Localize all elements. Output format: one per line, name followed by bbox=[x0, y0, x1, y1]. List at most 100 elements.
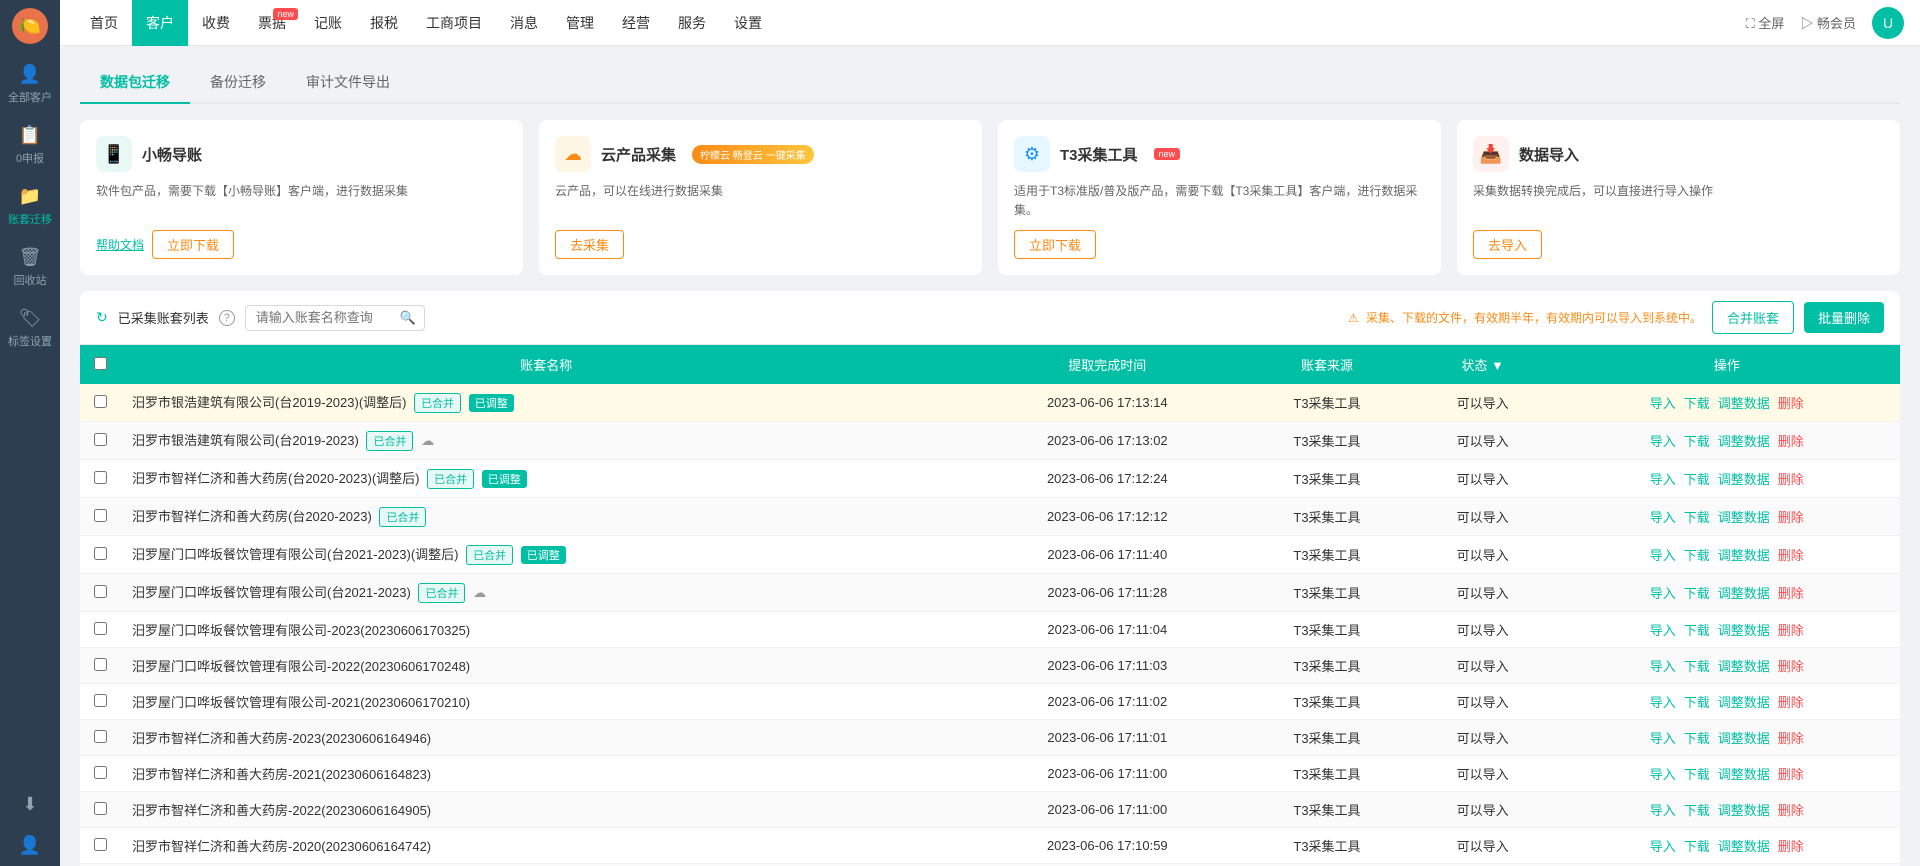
tab-backup-migrate[interactable]: 备份迁移 bbox=[190, 62, 286, 104]
action-导入[interactable]: 导入 bbox=[1650, 659, 1676, 674]
action-删除[interactable]: 删除 bbox=[1778, 623, 1804, 638]
action-调整数据[interactable]: 调整数据 bbox=[1718, 731, 1770, 746]
row-checkbox[interactable] bbox=[94, 433, 107, 446]
refresh-icon[interactable]: ↻ bbox=[96, 309, 108, 326]
row-checkbox[interactable] bbox=[94, 471, 107, 484]
nav-service[interactable]: 服务 bbox=[664, 0, 720, 46]
row-checkbox[interactable] bbox=[94, 802, 107, 815]
action-调整数据[interactable]: 调整数据 bbox=[1718, 396, 1770, 411]
download-btn-2[interactable]: 立即下载 bbox=[1014, 230, 1096, 259]
collect-btn[interactable]: 去采集 bbox=[555, 230, 624, 259]
sidebar-item-all-clients[interactable]: 👤 全部客户 bbox=[0, 54, 60, 115]
fullscreen-btn[interactable]: ⛶ 全屏 bbox=[1746, 13, 1785, 32]
action-下载[interactable]: 下载 bbox=[1684, 434, 1710, 449]
action-导入[interactable]: 导入 bbox=[1650, 767, 1676, 782]
sidebar-item-user-profile[interactable]: 👤 bbox=[19, 825, 41, 866]
action-下载[interactable]: 下载 bbox=[1684, 510, 1710, 525]
nav-tax[interactable]: 报税 bbox=[356, 0, 412, 46]
sidebar-item-trash[interactable]: 🗑 回收站 bbox=[0, 237, 60, 298]
action-调整数据[interactable]: 调整数据 bbox=[1718, 623, 1770, 638]
action-删除[interactable]: 删除 bbox=[1778, 731, 1804, 746]
nav-settings[interactable]: 设置 bbox=[720, 0, 776, 46]
action-调整数据[interactable]: 调整数据 bbox=[1718, 695, 1770, 710]
select-all-checkbox[interactable] bbox=[94, 357, 107, 370]
row-checkbox[interactable] bbox=[94, 622, 107, 635]
action-调整数据[interactable]: 调整数据 bbox=[1718, 803, 1770, 818]
row-checkbox[interactable] bbox=[94, 395, 107, 408]
action-调整数据[interactable]: 调整数据 bbox=[1718, 839, 1770, 854]
action-删除[interactable]: 删除 bbox=[1778, 695, 1804, 710]
action-下载[interactable]: 下载 bbox=[1684, 803, 1710, 818]
action-下载[interactable]: 下载 bbox=[1684, 659, 1710, 674]
action-删除[interactable]: 删除 bbox=[1778, 659, 1804, 674]
action-删除[interactable]: 删除 bbox=[1778, 803, 1804, 818]
action-导入[interactable]: 导入 bbox=[1650, 396, 1676, 411]
action-删除[interactable]: 删除 bbox=[1778, 767, 1804, 782]
nav-business[interactable]: 工商项目 bbox=[412, 0, 496, 46]
avatar[interactable]: U bbox=[1872, 7, 1904, 39]
download-btn-1[interactable]: 立即下载 bbox=[152, 230, 234, 259]
nav-message[interactable]: 消息 bbox=[496, 0, 552, 46]
sidebar-item-download[interactable]: ⬇ bbox=[19, 784, 41, 825]
action-调整数据[interactable]: 调整数据 bbox=[1718, 510, 1770, 525]
action-调整数据[interactable]: 调整数据 bbox=[1718, 659, 1770, 674]
nav-bookkeeping[interactable]: 记账 bbox=[300, 0, 356, 46]
help-doc-link[interactable]: 帮助文档 bbox=[96, 236, 144, 253]
vip-btn[interactable]: ▷ 畅会员 bbox=[1800, 13, 1856, 32]
action-导入[interactable]: 导入 bbox=[1650, 731, 1676, 746]
action-删除[interactable]: 删除 bbox=[1778, 472, 1804, 487]
search-icon[interactable]: 🔍 bbox=[400, 310, 416, 326]
action-调整数据[interactable]: 调整数据 bbox=[1718, 767, 1770, 782]
action-调整数据[interactable]: 调整数据 bbox=[1718, 548, 1770, 563]
row-checkbox[interactable] bbox=[94, 838, 107, 851]
nav-home[interactable]: 首页 bbox=[76, 0, 132, 46]
nav-management[interactable]: 管理 bbox=[552, 0, 608, 46]
action-调整数据[interactable]: 调整数据 bbox=[1718, 586, 1770, 601]
action-调整数据[interactable]: 调整数据 bbox=[1718, 472, 1770, 487]
action-下载[interactable]: 下载 bbox=[1684, 396, 1710, 411]
action-导入[interactable]: 导入 bbox=[1650, 839, 1676, 854]
row-checkbox[interactable] bbox=[94, 509, 107, 522]
action-导入[interactable]: 导入 bbox=[1650, 623, 1676, 638]
search-input[interactable] bbox=[256, 310, 396, 325]
row-checkbox[interactable] bbox=[94, 547, 107, 560]
batch-delete-btn[interactable]: 批量删除 bbox=[1804, 302, 1884, 333]
tab-audit-export[interactable]: 审计文件导出 bbox=[286, 62, 410, 104]
action-调整数据[interactable]: 调整数据 bbox=[1718, 434, 1770, 449]
action-删除[interactable]: 删除 bbox=[1778, 510, 1804, 525]
action-导入[interactable]: 导入 bbox=[1650, 586, 1676, 601]
action-下载[interactable]: 下载 bbox=[1684, 839, 1710, 854]
nav-operation[interactable]: 经营 bbox=[608, 0, 664, 46]
action-导入[interactable]: 导入 bbox=[1650, 695, 1676, 710]
tab-data-migrate[interactable]: 数据包迁移 bbox=[80, 62, 190, 104]
row-checkbox[interactable] bbox=[94, 658, 107, 671]
action-下载[interactable]: 下载 bbox=[1684, 586, 1710, 601]
sidebar-item-account-migrate[interactable]: 📁 账套迁移 bbox=[0, 176, 60, 237]
action-下载[interactable]: 下载 bbox=[1684, 695, 1710, 710]
action-删除[interactable]: 删除 bbox=[1778, 839, 1804, 854]
nav-invoice[interactable]: 票据 new bbox=[244, 0, 300, 46]
action-删除[interactable]: 删除 bbox=[1778, 434, 1804, 449]
nav-billing[interactable]: 收费 bbox=[188, 0, 244, 46]
action-导入[interactable]: 导入 bbox=[1650, 434, 1676, 449]
row-checkbox[interactable] bbox=[94, 766, 107, 779]
action-下载[interactable]: 下载 bbox=[1684, 548, 1710, 563]
sidebar-item-zero-report[interactable]: 📋 0申报 bbox=[0, 115, 60, 176]
nav-client[interactable]: 客户 bbox=[132, 0, 188, 46]
action-导入[interactable]: 导入 bbox=[1650, 472, 1676, 487]
action-删除[interactable]: 删除 bbox=[1778, 396, 1804, 411]
action-删除[interactable]: 删除 bbox=[1778, 548, 1804, 563]
row-checkbox[interactable] bbox=[94, 730, 107, 743]
row-checkbox[interactable] bbox=[94, 585, 107, 598]
help-tooltip-icon[interactable]: ? bbox=[219, 310, 235, 326]
action-导入[interactable]: 导入 bbox=[1650, 510, 1676, 525]
action-下载[interactable]: 下载 bbox=[1684, 767, 1710, 782]
action-导入[interactable]: 导入 bbox=[1650, 803, 1676, 818]
import-btn[interactable]: 去导入 bbox=[1473, 230, 1542, 259]
action-下载[interactable]: 下载 bbox=[1684, 731, 1710, 746]
action-导入[interactable]: 导入 bbox=[1650, 548, 1676, 563]
row-checkbox[interactable] bbox=[94, 694, 107, 707]
action-下载[interactable]: 下载 bbox=[1684, 623, 1710, 638]
action-下载[interactable]: 下载 bbox=[1684, 472, 1710, 487]
sidebar-item-tag-settings[interactable]: 🏷 标签设置 bbox=[0, 298, 60, 359]
